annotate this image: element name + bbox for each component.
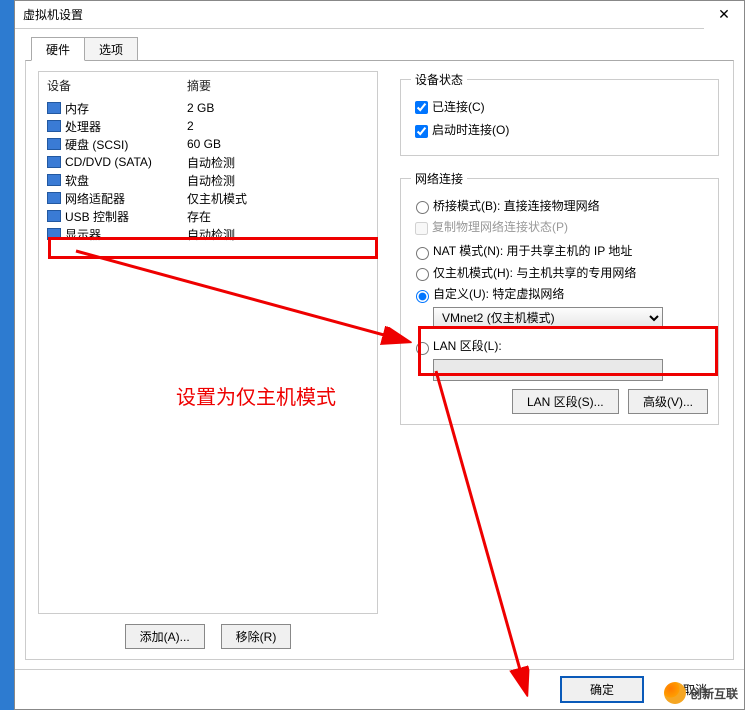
close-icon[interactable]: ✕ [704, 1, 744, 29]
device-list-header: 设备 摘要 [39, 72, 377, 99]
col-summary: 摘要 [187, 77, 211, 94]
device-row-memory[interactable]: 内存2 GB [39, 99, 377, 117]
network-icon [47, 192, 61, 204]
connect-on-poweron-checkbox[interactable]: 启动时连接(O) [411, 121, 708, 140]
nat-radio[interactable]: NAT 模式(N): 用于共享主机的 IP 地址 [411, 242, 708, 260]
watermark: 创新互联 [664, 682, 738, 704]
remove-device-button[interactable]: 移除(R) [221, 624, 292, 649]
replicate-checkbox: 复制物理网络连接状态(P) [411, 218, 708, 237]
bridged-radio[interactable]: 桥接模式(B): 直接连接物理网络 [411, 197, 708, 215]
col-device: 设备 [47, 77, 187, 94]
vm-settings-window: 虚拟机设置 ✕ 硬件 选项 设备 摘要 内存2 GB [14, 0, 745, 710]
cpu-icon [47, 120, 61, 132]
tab-options[interactable]: 选项 [84, 37, 138, 61]
connected-checkbox[interactable]: 已连接(C) [411, 98, 708, 117]
annotation-text: 设置为仅主机模式 [176, 381, 336, 410]
watermark-text: 创新互联 [690, 685, 738, 702]
dialog-footer: 确定 取消 [15, 669, 744, 709]
cd-icon [47, 156, 61, 168]
window-title: 虚拟机设置 [23, 6, 83, 23]
hostonly-radio[interactable]: 仅主机模式(H): 与主机共享的专用网络 [411, 264, 708, 282]
network-legend: 网络连接 [411, 170, 467, 187]
device-row-disk[interactable]: 硬盘 (SCSI)60 GB [39, 135, 377, 153]
device-status-legend: 设备状态 [411, 71, 467, 88]
disk-icon [47, 138, 61, 150]
device-row-floppy[interactable]: 软盘自动检测 [39, 171, 377, 189]
floppy-icon [47, 174, 61, 186]
tab-hardware[interactable]: 硬件 [31, 37, 85, 61]
usb-icon [47, 210, 61, 222]
device-row-usb[interactable]: USB 控制器存在 [39, 207, 377, 225]
device-status-group: 设备状态 已连接(C) 启动时连接(O) [400, 71, 719, 156]
watermark-logo-icon [664, 682, 686, 704]
memory-icon [47, 102, 61, 114]
titlebar: 虚拟机设置 ✕ [15, 1, 744, 29]
device-row-network[interactable]: 网络适配器仅主机模式 [39, 189, 377, 207]
device-row-cpu[interactable]: 处理器2 [39, 117, 377, 135]
device-row-cddvd[interactable]: CD/DVD (SATA)自动检测 [39, 153, 377, 171]
advanced-button[interactable]: 高级(V)... [628, 389, 708, 414]
custom-radio[interactable]: 自定义(U): 特定虚拟网络 [411, 285, 708, 303]
add-device-button[interactable]: 添加(A)... [125, 624, 205, 649]
